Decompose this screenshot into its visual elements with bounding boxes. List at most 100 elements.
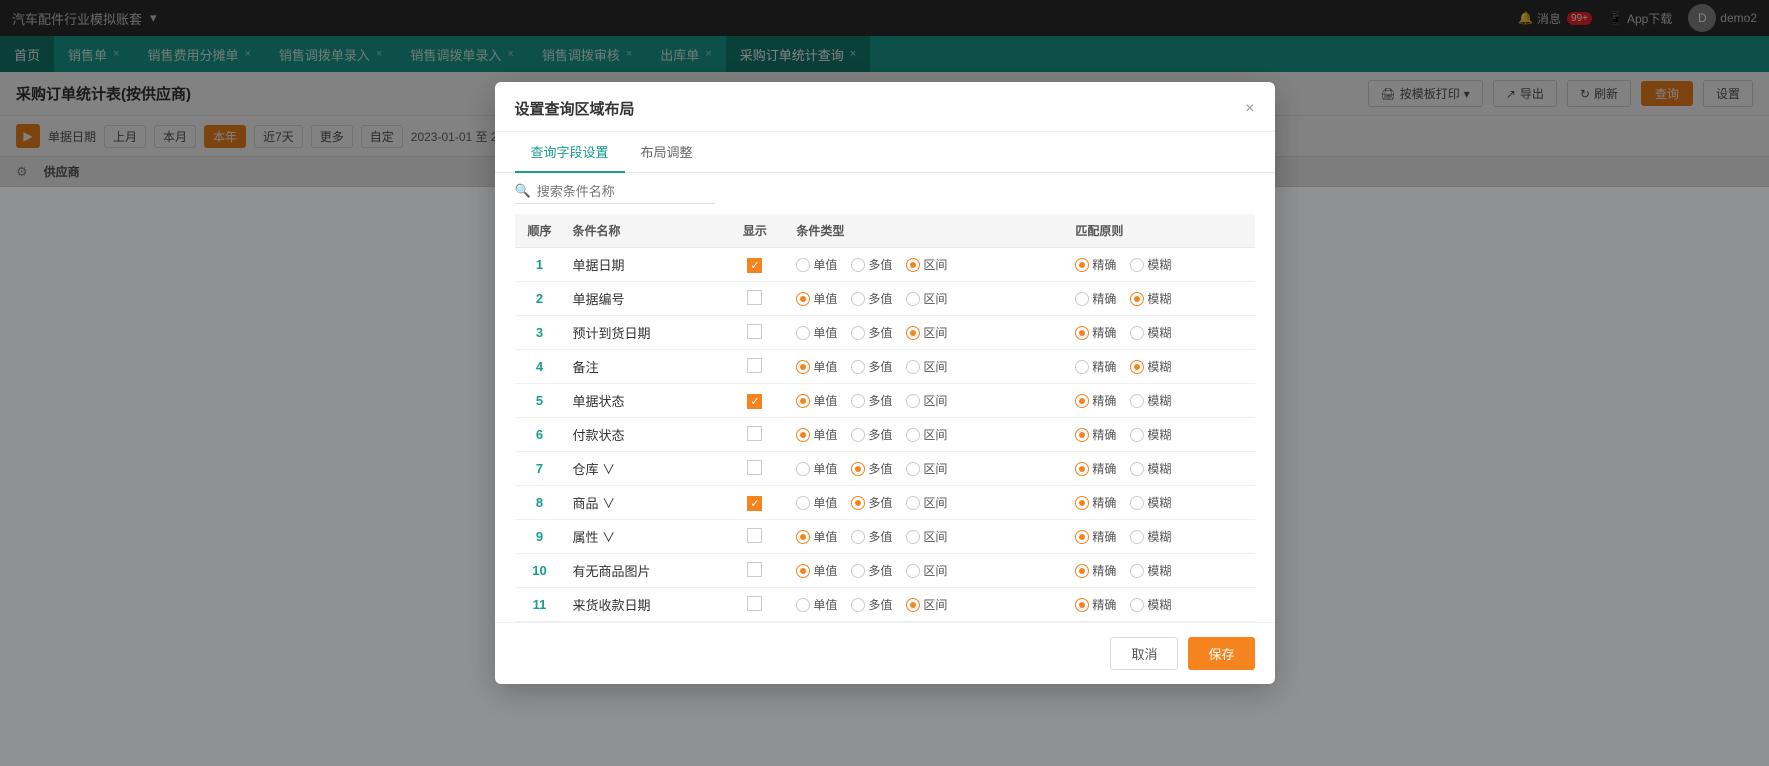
type-radio-item[interactable]: 区间 [906,494,947,511]
match-radio-item[interactable]: 精确 [1075,392,1116,409]
match-radio-item[interactable]: 精确 [1075,426,1116,443]
radio-dot[interactable] [906,564,920,578]
match-radio-item[interactable]: 精确 [1075,528,1116,545]
radio-dot[interactable] [1075,598,1089,612]
radio-dot[interactable] [851,258,865,272]
display-checkbox-checked[interactable] [747,258,762,273]
radio-dot[interactable] [1130,394,1144,408]
display-cell[interactable] [722,452,789,486]
type-radio-item[interactable]: 单值 [796,256,837,273]
match-radio-item[interactable]: 模糊 [1130,562,1171,579]
tab-query-fields[interactable]: 查询字段设置 [515,132,625,173]
display-checkbox-empty[interactable] [747,358,762,373]
radio-dot[interactable] [1075,258,1089,272]
display-checkbox-empty[interactable] [747,528,762,543]
type-radio-item[interactable]: 单值 [796,392,837,409]
type-radio-item[interactable]: 单值 [796,358,837,375]
radio-dot[interactable] [906,258,920,272]
radio-dot[interactable] [1130,462,1144,476]
radio-dot[interactable] [1075,360,1089,374]
match-radio-item[interactable]: 模糊 [1130,324,1171,341]
match-radio-item[interactable]: 模糊 [1130,426,1171,443]
radio-dot[interactable] [1130,428,1144,442]
radio-dot[interactable] [796,326,810,340]
type-radio-item[interactable]: 区间 [906,358,947,375]
radio-dot[interactable] [906,428,920,442]
match-radio-item[interactable]: 精确 [1075,596,1116,613]
radio-dot[interactable] [1075,462,1089,476]
display-cell[interactable] [722,554,789,588]
match-radio-item[interactable]: 精确 [1075,460,1116,477]
display-cell[interactable] [722,520,789,554]
type-radio-item[interactable]: 多值 [851,562,892,579]
display-checkbox-empty[interactable] [747,460,762,475]
match-radio-item[interactable]: 精确 [1075,324,1116,341]
radio-dot[interactable] [1130,564,1144,578]
radio-dot[interactable] [906,360,920,374]
display-checkbox-checked[interactable] [747,496,762,511]
save-btn[interactable]: 保存 [1188,637,1254,670]
radio-dot[interactable] [851,360,865,374]
radio-dot[interactable] [1075,530,1089,544]
radio-dot[interactable] [796,564,810,578]
display-cell[interactable] [722,486,789,520]
display-cell[interactable] [722,248,789,282]
radio-dot[interactable] [851,428,865,442]
type-radio-item[interactable]: 多值 [851,324,892,341]
match-radio-item[interactable]: 模糊 [1130,596,1171,613]
match-radio-item[interactable]: 模糊 [1130,358,1171,375]
radio-dot[interactable] [1130,530,1144,544]
type-radio-item[interactable]: 区间 [906,596,947,613]
radio-dot[interactable] [906,530,920,544]
type-radio-item[interactable]: 区间 [906,460,947,477]
type-radio-item[interactable]: 多值 [851,528,892,545]
display-checkbox-empty[interactable] [747,426,762,441]
radio-dot[interactable] [1130,496,1144,510]
radio-dot[interactable] [796,462,810,476]
type-radio-item[interactable]: 区间 [906,324,947,341]
type-radio-item[interactable]: 单值 [796,426,837,443]
radio-dot[interactable] [851,326,865,340]
display-checkbox-empty[interactable] [747,562,762,577]
radio-dot[interactable] [1130,598,1144,612]
radio-dot[interactable] [906,598,920,612]
radio-dot[interactable] [796,394,810,408]
radio-dot[interactable] [1075,394,1089,408]
radio-dot[interactable] [796,258,810,272]
radio-dot[interactable] [906,292,920,306]
match-radio-item[interactable]: 模糊 [1130,392,1171,409]
match-radio-item[interactable]: 精确 [1075,358,1116,375]
type-radio-item[interactable]: 区间 [906,426,947,443]
display-cell[interactable] [722,384,789,418]
type-radio-item[interactable]: 多值 [851,358,892,375]
type-radio-item[interactable]: 区间 [906,528,947,545]
display-cell[interactable] [722,316,789,350]
type-radio-item[interactable]: 区间 [906,290,947,307]
radio-dot[interactable] [1075,428,1089,442]
radio-dot[interactable] [1130,326,1144,340]
radio-dot[interactable] [851,394,865,408]
radio-dot[interactable] [796,292,810,306]
type-radio-item[interactable]: 多值 [851,494,892,511]
type-radio-item[interactable]: 区间 [906,256,947,273]
display-checkbox-empty[interactable] [747,596,762,611]
match-radio-item[interactable]: 模糊 [1130,528,1171,545]
cancel-btn[interactable]: 取消 [1110,637,1178,670]
type-radio-item[interactable]: 多值 [851,392,892,409]
radio-dot[interactable] [851,530,865,544]
type-radio-item[interactable]: 多值 [851,256,892,273]
match-radio-item[interactable]: 精确 [1075,290,1116,307]
type-radio-item[interactable]: 多值 [851,426,892,443]
radio-dot[interactable] [1075,496,1089,510]
type-radio-item[interactable]: 多值 [851,290,892,307]
radio-dot[interactable] [796,360,810,374]
display-checkbox-checked[interactable] [747,394,762,409]
radio-dot[interactable] [796,530,810,544]
type-radio-item[interactable]: 单值 [796,528,837,545]
radio-dot[interactable] [851,496,865,510]
radio-dot[interactable] [906,496,920,510]
radio-dot[interactable] [796,598,810,612]
radio-dot[interactable] [1075,292,1089,306]
radio-dot[interactable] [851,598,865,612]
radio-dot[interactable] [1130,258,1144,272]
